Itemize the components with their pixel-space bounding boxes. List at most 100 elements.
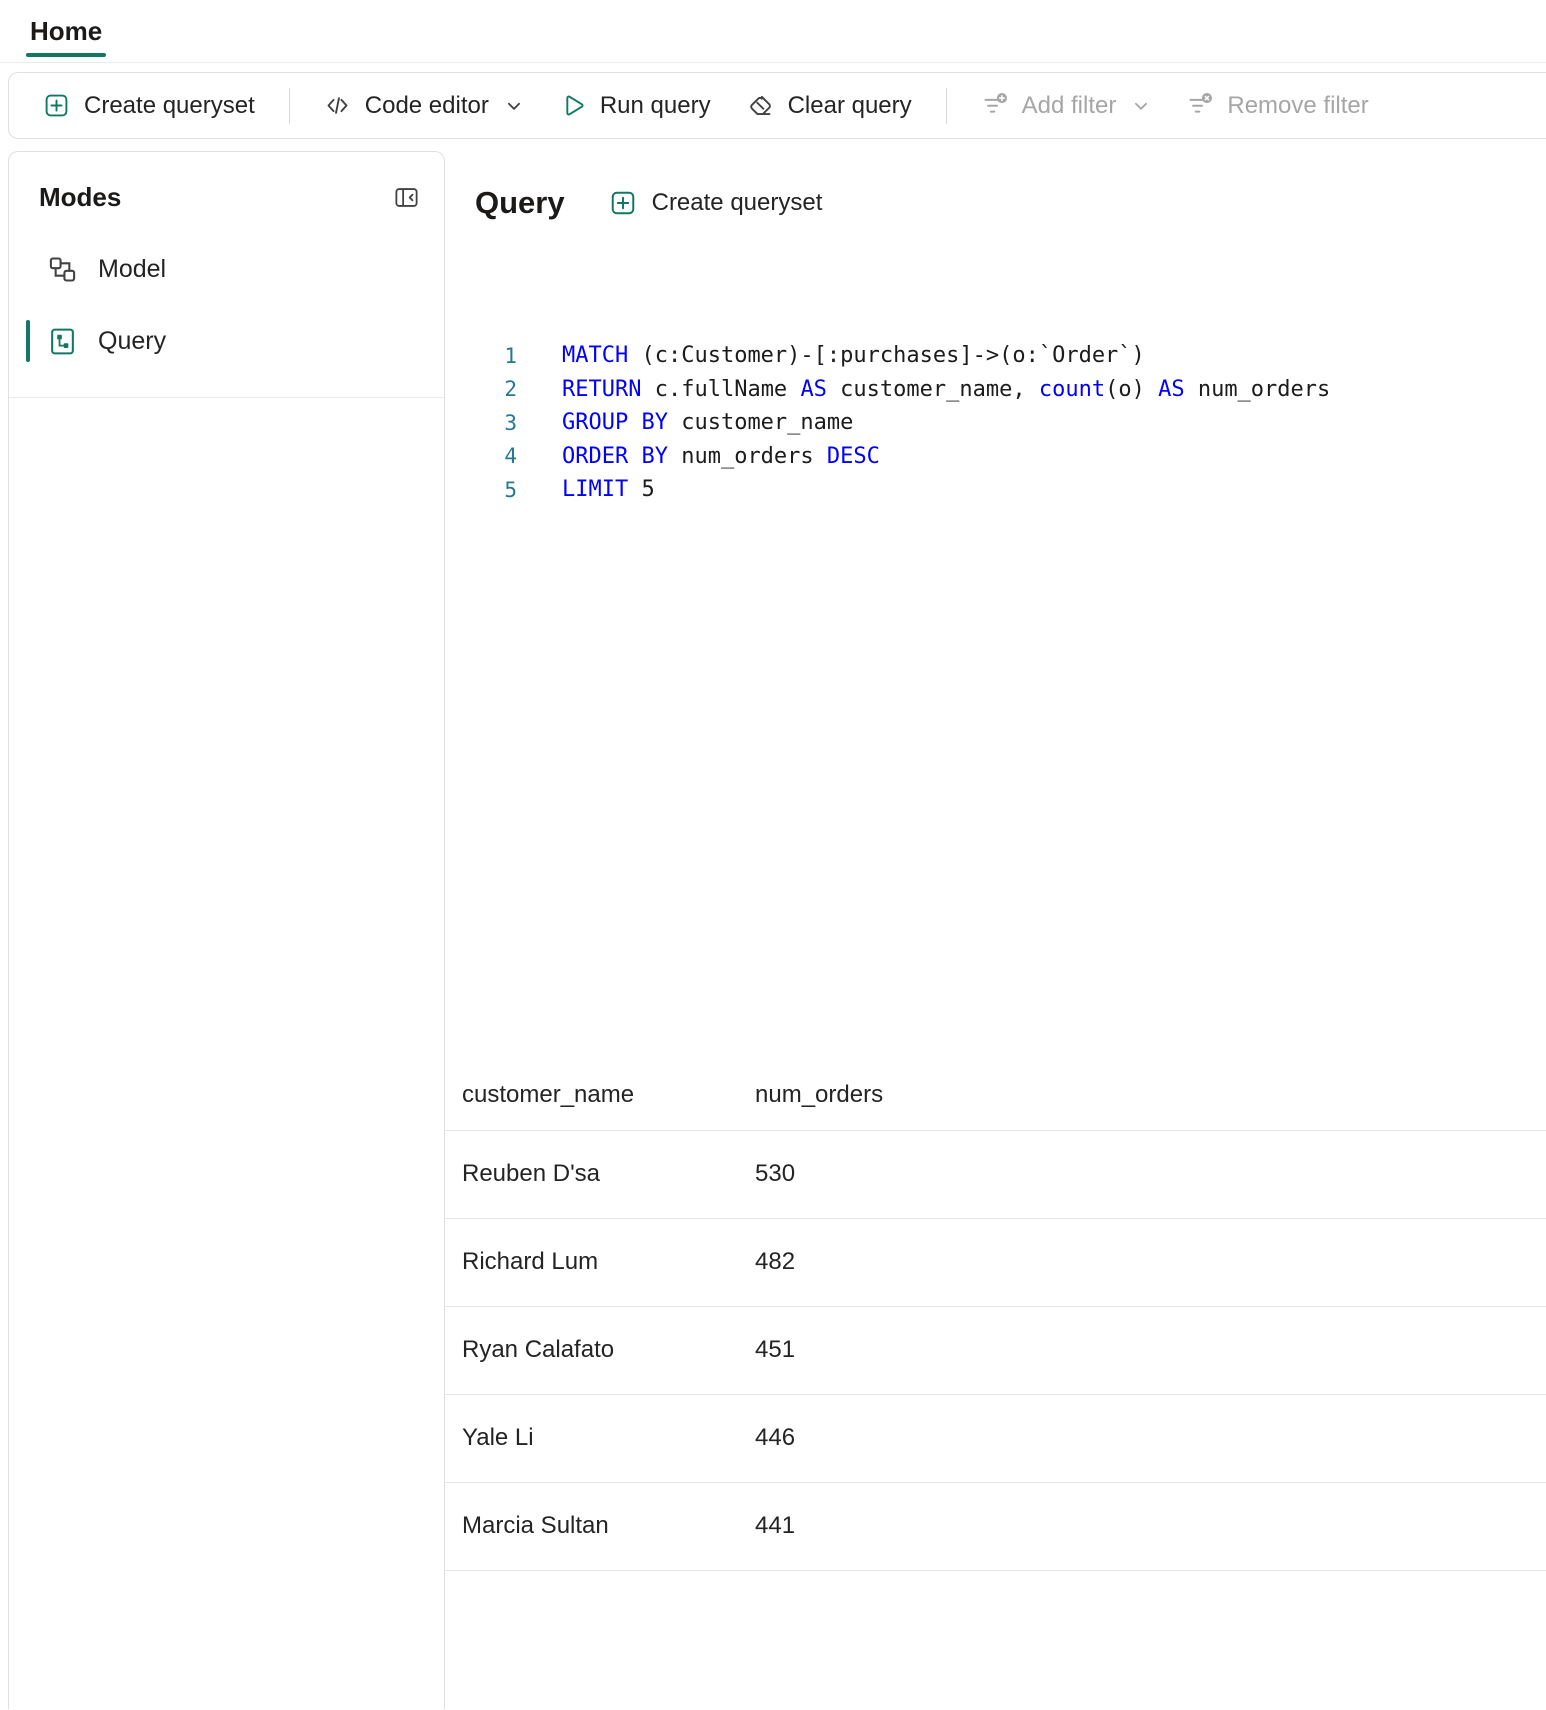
code-lines: 1 MATCH (c:Customer)-[:purchases]->(o:`Or… <box>445 339 1546 507</box>
code-token: customer_name <box>667 410 854 436</box>
cell-num-orders: 446 <box>755 1394 1546 1483</box>
table-row[interactable]: Ryan Calafato 451 <box>445 1306 1546 1395</box>
chevron-down-icon <box>1132 97 1150 115</box>
code-token: num_orders <box>1184 376 1331 402</box>
tab-home[interactable]: Home <box>26 0 107 62</box>
cell-customer-name: Ryan Calafato <box>445 1306 755 1395</box>
add-filter-button[interactable]: Add filter <box>963 81 1169 131</box>
panel-collapse-icon <box>393 184 420 211</box>
code-line-content: GROUP BY customer_name <box>517 410 853 435</box>
cell-num-orders: 482 <box>755 1218 1546 1307</box>
toolbar-separator <box>945 87 947 124</box>
column-header-num-orders[interactable]: num_orders <box>755 1060 1546 1131</box>
content-row: Modes Model Query Query Create queryset … <box>0 151 1546 1709</box>
code-token: RETURN <box>562 376 642 402</box>
code-token: AS <box>800 376 827 402</box>
run-query-label: Run query <box>599 91 711 119</box>
results-table-head: customer_name num_orders <box>445 1060 1546 1131</box>
line-number: 1 <box>504 343 517 368</box>
sidebar-item-label: Query <box>98 326 167 355</box>
selected-indicator <box>26 320 30 362</box>
line-number: 2 <box>504 377 517 402</box>
code-token: num_orders <box>667 443 827 469</box>
sidebar-item-model[interactable]: Model <box>9 233 444 305</box>
code-line-content: LIMIT 5 <box>517 477 655 502</box>
chevron-down-icon <box>505 97 523 115</box>
code-token: ORDER BY <box>562 443 668 469</box>
cell-num-orders: 441 <box>755 1482 1546 1571</box>
code-token: DESC <box>826 443 880 469</box>
cell-num-orders: 530 <box>755 1130 1546 1219</box>
line-number: 3 <box>504 410 517 435</box>
line-number: 4 <box>504 444 517 469</box>
code-token: (o) <box>1105 376 1159 402</box>
model-icon <box>47 254 78 285</box>
header-row: customer_name num_orders <box>445 1060 1546 1131</box>
column-header-customer-name[interactable]: customer_name <box>445 1060 755 1131</box>
code-line[interactable]: 2 RETURN c.fullName AS customer_name, cou… <box>445 373 1546 407</box>
sidebar-item-label: Model <box>98 254 167 283</box>
sidebar-item-query[interactable]: Query <box>9 305 444 377</box>
line-number: 5 <box>504 477 517 502</box>
code-line-content: RETURN c.fullName AS customer_name, coun… <box>517 377 1330 402</box>
code-token: c.fullName <box>641 376 801 402</box>
code-token: MATCH <box>562 343 629 369</box>
remove-filter-button[interactable]: Remove filter <box>1168 81 1386 131</box>
code-line[interactable]: 1 MATCH (c:Customer)-[:purchases]->(o:`Or… <box>445 339 1546 373</box>
clear-query-label: Clear query <box>787 91 912 119</box>
table-row[interactable]: Reuben D'sa 530 <box>445 1130 1546 1219</box>
app: Home Create queryset Code editor Run que… <box>0 0 1546 1709</box>
cell-customer-name: Yale Li <box>445 1394 755 1483</box>
toolbar-separator <box>288 87 290 124</box>
code-line-content: MATCH (c:Customer)-[:purchases]->(o:`Ord… <box>517 343 1145 368</box>
cell-customer-name: Reuben D'sa <box>445 1130 755 1219</box>
code-line[interactable]: 4 ORDER BY num_orders DESC <box>445 440 1546 474</box>
code-line[interactable]: 5 LIMIT 5 <box>445 473 1546 507</box>
code-token: LIMIT <box>562 477 629 503</box>
results-table-grid: customer_name num_orders Reuben D'sa 530 R… <box>445 1060 1546 1571</box>
main-header: Query Create queryset <box>445 151 1546 221</box>
code-token: count <box>1038 376 1106 402</box>
code-line[interactable]: 3 GROUP BY customer_name <box>445 406 1546 440</box>
toolbar: Create queryset Code editor Run query Cl… <box>8 72 1546 139</box>
modes-panel: Modes Model Query <box>8 151 445 1709</box>
filter-add-icon <box>981 92 1008 119</box>
create-queryset-inline-label: Create queryset <box>651 189 823 216</box>
page-title: Query <box>475 185 565 220</box>
tab-home-label: Home <box>30 15 103 46</box>
sidebar-divider <box>9 397 444 398</box>
cell-customer-name: Richard Lum <box>445 1218 755 1307</box>
add-square-icon <box>43 92 70 119</box>
query-icon <box>47 326 78 357</box>
table-row[interactable]: Yale Li 446 <box>445 1394 1546 1483</box>
table-row[interactable]: Richard Lum 482 <box>445 1218 1546 1307</box>
code-token: AS <box>1158 376 1185 402</box>
code-token: GROUP BY <box>562 410 668 436</box>
clear-query-button[interactable]: Clear query <box>729 81 930 131</box>
remove-filter-label: Remove filter <box>1227 91 1369 119</box>
modes-title: Modes <box>39 182 122 212</box>
run-query-button[interactable]: Run query <box>541 81 729 131</box>
code-editor-label: Code editor <box>364 91 489 119</box>
filter-dismiss-icon <box>1186 92 1213 119</box>
create-queryset-inline-button[interactable]: Create queryset <box>609 189 823 217</box>
main-content: Query Create queryset 1 MATCH (c:Customer… <box>445 151 1546 1709</box>
collapse-panel-button[interactable] <box>389 180 424 215</box>
modes-panel-header: Modes <box>9 152 444 233</box>
play-icon <box>559 92 586 119</box>
code-icon <box>324 92 351 119</box>
code-token: (c:Customer)-[:purchases]->(o:`Order`) <box>628 343 1145 369</box>
code-token: 5 <box>628 477 655 503</box>
create-queryset-label: Create queryset <box>84 91 255 119</box>
code-editor-button[interactable]: Code editor <box>306 81 541 131</box>
add-square-icon <box>609 189 637 217</box>
results-table: customer_name num_orders Reuben D'sa 530 R… <box>445 1060 1546 1571</box>
create-queryset-button[interactable]: Create queryset <box>25 81 273 131</box>
table-row[interactable]: Marcia Sultan 441 <box>445 1482 1546 1571</box>
add-filter-label: Add filter <box>1021 91 1117 119</box>
app-header: Home <box>0 0 1546 63</box>
code-editor[interactable]: 1 MATCH (c:Customer)-[:purchases]->(o:`Or… <box>445 339 1546 507</box>
code-token: customer_name, <box>826 376 1039 402</box>
code-line-content: ORDER BY num_orders DESC <box>517 444 880 469</box>
cell-customer-name: Marcia Sultan <box>445 1482 755 1571</box>
